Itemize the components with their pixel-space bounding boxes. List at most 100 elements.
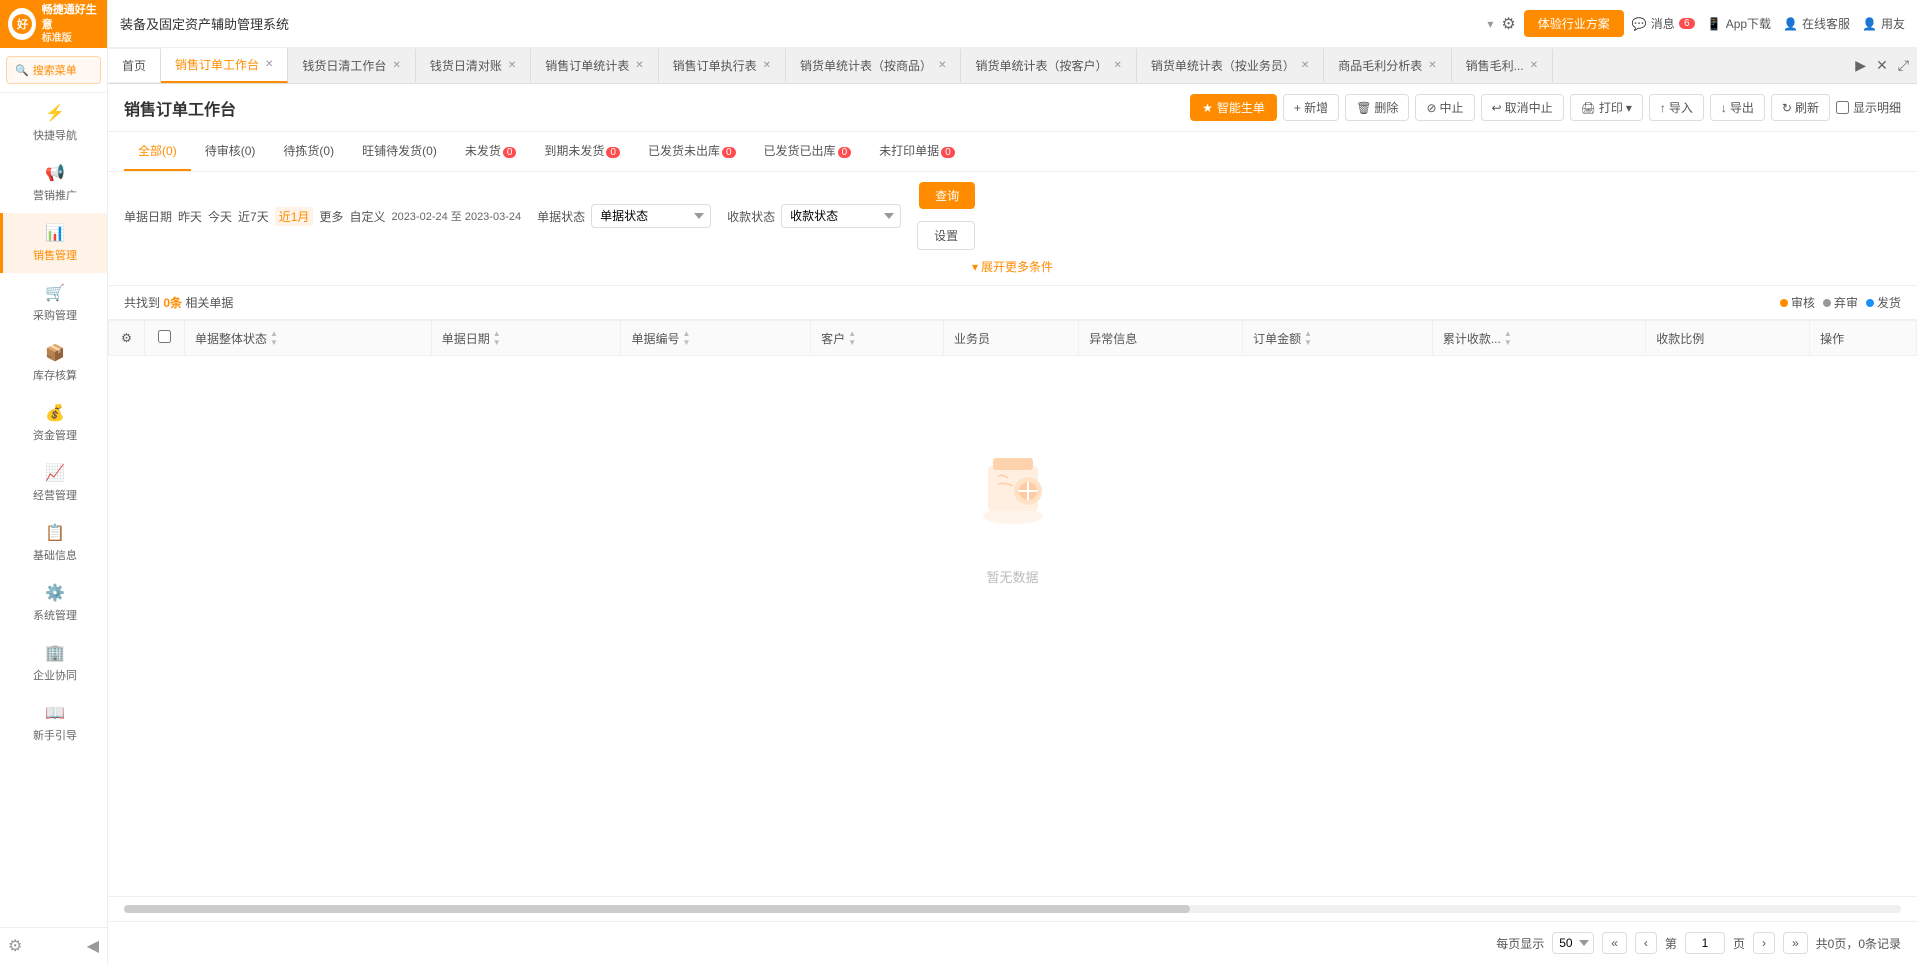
payment-select[interactable]: 收款状态 [781,204,901,228]
ship-dot-icon [1866,299,1874,307]
tab-sales-exec[interactable]: 销售订单执行表 ✕ [659,49,786,82]
user-btn[interactable]: 👤 用友 [1862,15,1905,32]
tab-close-sales-summary-customer[interactable]: ✕ [1113,60,1121,71]
expand-filter-btn[interactable]: ▾ 展开更多条件 [972,258,1053,275]
date-option-1month[interactable]: 近1月 [275,207,314,226]
sidebar-settings-btn[interactable]: ⚙ [8,936,22,956]
tab-cash-daily[interactable]: 钱货日清工作台 ✕ [288,49,415,82]
ship-btn[interactable]: 发货 [1866,294,1901,311]
tab-close-gross-profit[interactable]: ✕ [1428,60,1436,71]
header-settings-icon[interactable]: ⚙ [1501,14,1515,34]
export-btn[interactable]: ↓ 导出 [1710,94,1765,121]
filter-settings-btn[interactable]: 设置 [917,221,975,250]
sidebar-collapse-btn[interactable]: ◀ [87,936,99,956]
industry-btn[interactable]: 体验行业方案 [1524,10,1624,37]
sidebar-item-guide[interactable]: 📖 新手引导 [0,693,107,753]
date-option-7days[interactable]: 近7天 [238,208,269,225]
sub-tab-all[interactable]: 全部(0) [124,132,191,171]
sub-tab-wangpu-pending[interactable]: 旺铺待发货(0) [348,132,451,171]
tab-close-all-btn[interactable]: ✕ [1872,53,1892,78]
tab-close-sales-workbench[interactable]: ✕ [265,59,273,70]
unreviewed-btn[interactable]: 弃审 [1823,294,1858,311]
tab-cash-reconcile[interactable]: 钱货日清对账 ✕ [416,49,531,82]
sub-tab-pending-inspect[interactable]: 待拣货(0) [269,132,348,171]
add-btn[interactable]: + 新增 [1283,94,1339,121]
date-option-custom[interactable]: 自定义 [349,208,385,225]
print-btn[interactable]: 🖨 打印 ▾ [1570,94,1643,121]
tab-close-cash-reconcile[interactable]: ✕ [508,60,516,71]
review-btn[interactable]: 审核 [1780,294,1815,311]
system-dropdown-icon[interactable]: ▾ [1487,17,1493,31]
tab-sales-summary-staff[interactable]: 销货单统计表（按业务员） ✕ [1137,49,1324,82]
sub-tab-shipped-not-out[interactable]: 已发货未出库0 [634,132,750,171]
sidebar-item-sales[interactable]: 📊 销售管理 [0,213,107,273]
star-icon: ★ [1202,101,1213,115]
status-select[interactable]: 单据状态 [591,204,711,228]
tab-scroll-right-btn[interactable]: ▶ [1851,53,1870,78]
filter-query-col: 查询 设置 [917,182,975,250]
sidebar-item-system[interactable]: ⚙️ 系统管理 [0,573,107,633]
per-page-select[interactable]: 50 [1552,932,1594,954]
cancel-stop-btn[interactable]: ↩ 取消中止 [1481,94,1564,121]
tab-sales-stats[interactable]: 销售订单统计表 ✕ [531,49,658,82]
tab-close-sales-more[interactable]: ✕ [1530,60,1538,71]
tab-sales-summary-customer[interactable]: 销货单统计表（按客户） ✕ [961,49,1136,82]
sidebar-item-finance[interactable]: 💰 资金管理 [0,393,107,453]
prev-page-btn[interactable]: ‹ [1635,932,1657,954]
sub-tab-not-shipped[interactable]: 未发货0 [451,132,531,171]
sidebar-item-basic-info[interactable]: 📋 基础信息 [0,513,107,573]
col-header-settings[interactable]: ⚙ [109,321,145,356]
sidebar-item-quick-nav[interactable]: ⚡ 快捷导航 [0,93,107,153]
sub-tab-pending-review[interactable]: 待审核(0) [191,132,270,171]
import-btn[interactable]: ↑ 导入 [1649,94,1704,121]
sub-tab-overdue-not-shipped[interactable]: 到期未发货0 [530,132,634,171]
tab-close-sales-exec[interactable]: ✕ [763,60,771,71]
customer-sort-icon[interactable]: ▲▼ [848,329,856,347]
sidebar-item-purchase[interactable]: 🛒 采购管理 [0,273,107,333]
scrollbar-thumb[interactable] [124,905,1190,913]
smart-order-btn[interactable]: ★ 智能生单 [1190,94,1277,121]
result-count: 共找到 0条 相关单据 [124,294,233,311]
online-service-btn[interactable]: 👤 在线客服 [1783,15,1850,32]
sidebar-search-area: 🔍 搜索菜单 [0,48,107,93]
date-option-more[interactable]: 更多 [319,208,343,225]
stop-btn[interactable]: ⊘ 中止 [1415,94,1474,121]
sidebar-item-inventory[interactable]: 📦 库存核算 [0,333,107,393]
select-all-checkbox[interactable] [158,330,171,343]
tab-sales-more[interactable]: 销售毛利... ✕ [1452,49,1553,82]
query-btn[interactable]: 查询 [919,182,975,209]
amount-sort-icon[interactable]: ▲▼ [1304,329,1312,347]
search-menu-button[interactable]: 🔍 搜索菜单 [6,56,101,84]
sidebar-item-enterprise[interactable]: 🏢 企业协同 [0,633,107,693]
tab-close-sales-stats[interactable]: ✕ [635,60,643,71]
tab-gross-profit[interactable]: 商品毛利分析表 ✕ [1324,49,1451,82]
app-download-btn[interactable]: 📱 App下载 [1707,15,1771,32]
show-detail-checkbox[interactable] [1836,101,1849,114]
number-sort-icon[interactable]: ▲▼ [682,329,690,347]
user-avatar-icon: 👤 [1862,17,1877,31]
sidebar-item-operations[interactable]: 📈 经营管理 [0,453,107,513]
date-option-yesterday[interactable]: 昨天 [178,208,202,225]
last-page-btn[interactable]: » [1783,932,1808,954]
tab-sales-workbench[interactable]: 销售订单工作台 ✕ [161,48,288,83]
delete-btn[interactable]: 🗑 删除 [1345,94,1409,121]
col-header-check[interactable] [145,321,185,356]
tab-close-sales-summary-product[interactable]: ✕ [938,60,946,71]
sidebar-item-marketing[interactable]: 📢 营销推广 [0,153,107,213]
first-page-btn[interactable]: « [1602,932,1627,954]
collected-sort-icon[interactable]: ▲▼ [1504,329,1512,347]
tab-maximize-btn[interactable]: ⤢ [1894,53,1913,78]
tab-sales-summary-product[interactable]: 销货单统计表（按商品） ✕ [786,49,961,82]
tab-home[interactable]: 首页 [108,49,161,82]
refresh-btn[interactable]: ↻ 刷新 [1771,94,1830,121]
page-input[interactable] [1685,932,1725,954]
status-sort-icon[interactable]: ▲▼ [270,329,278,347]
message-btn[interactable]: 💬 消息 6 [1632,15,1695,32]
date-sort-icon[interactable]: ▲▼ [493,329,501,347]
date-option-today[interactable]: 今天 [208,208,232,225]
next-page-btn[interactable]: › [1753,932,1775,954]
sub-tab-shipped-out[interactable]: 已发货已出库0 [750,132,866,171]
sub-tab-not-printed[interactable]: 未打印单据0 [865,132,969,171]
tab-close-cash-daily[interactable]: ✕ [392,60,400,71]
tab-close-sales-summary-staff[interactable]: ✕ [1301,60,1309,71]
